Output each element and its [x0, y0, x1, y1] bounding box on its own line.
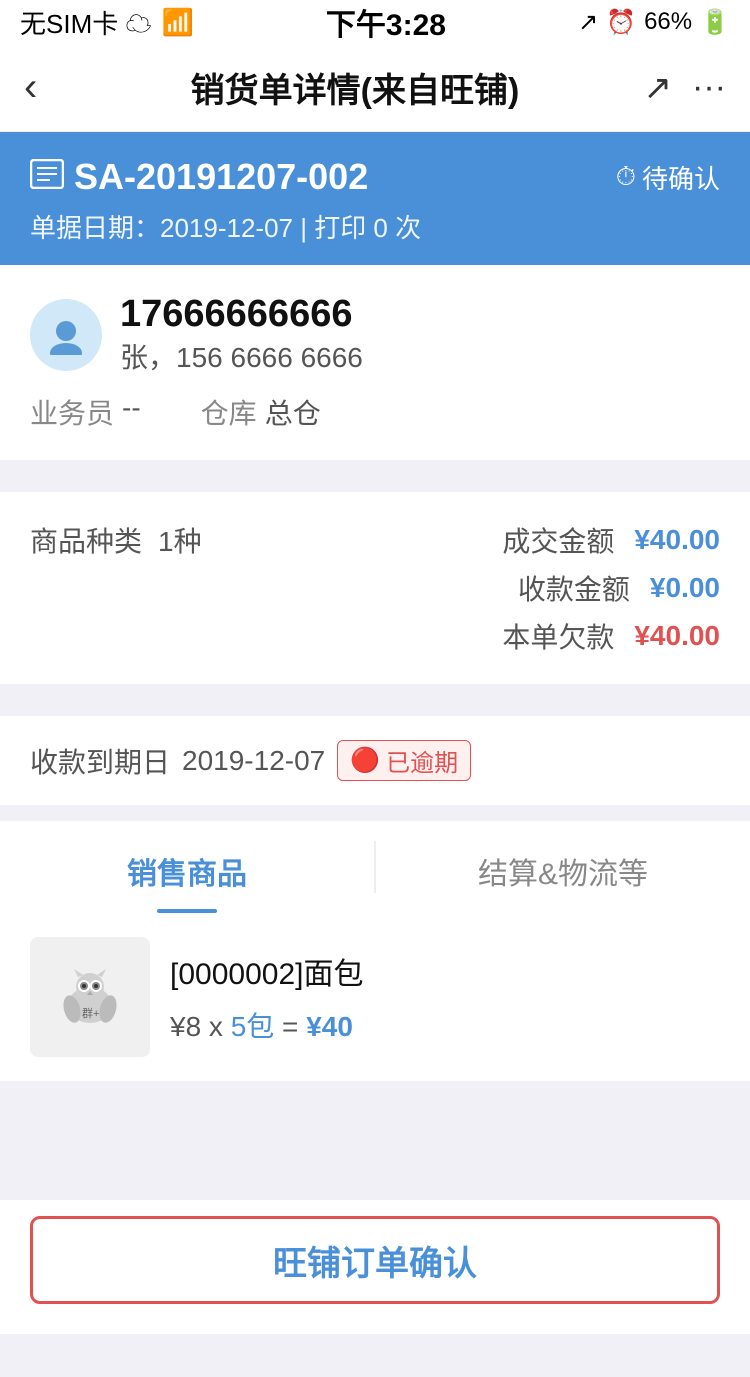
- overdue-badge: 🔴 已逾期: [337, 740, 471, 781]
- overdue-text: 已逾期: [386, 743, 458, 778]
- status-left: 无SIM卡 ☁ 📶: [20, 4, 194, 41]
- received-label: 收款金额: [518, 568, 630, 608]
- due-date-section: 收款到期日 2019-12-07 🔴 已逾期: [0, 716, 750, 805]
- order-id-text: SA-20191207-002: [74, 156, 368, 198]
- product-thumbnail: 群+: [30, 937, 150, 1057]
- tab-sales[interactable]: 销售商品: [0, 821, 374, 913]
- product-list: 群+ [0000002]面包 ¥8 x 5包 = ¥40: [0, 913, 750, 1081]
- status-time: 下午3:28: [326, 0, 446, 44]
- alarm-icon: ⏰: [606, 8, 636, 37]
- order-status: ⏱ 待确认: [616, 159, 720, 196]
- product-price-formula: ¥8 x 5包 = ¥40: [170, 1005, 720, 1045]
- battery-status: 66%: [644, 8, 692, 36]
- order-date: 单据日期：2019-12-07 | 打印 0 次: [30, 208, 720, 245]
- divider-1: [0, 476, 750, 492]
- page-title: 销货单详情(来自旺铺): [84, 63, 626, 112]
- nav-bar: ‹ 销货单详情(来自旺铺) ↗︎ ···: [0, 44, 750, 132]
- confirm-order-button[interactable]: 旺铺订单确认: [30, 1216, 720, 1304]
- status-text: 待确认: [642, 159, 720, 196]
- owed-label: 本单欠款: [502, 616, 614, 656]
- order-id-icon: [30, 156, 64, 198]
- location-icon: ↗: [578, 8, 598, 37]
- product-name: [0000002]面包: [170, 949, 720, 993]
- confirm-button-label: 旺铺订单确认: [273, 1236, 477, 1285]
- salesperson-label: 业务员: [30, 392, 114, 432]
- due-date-value: 2019-12-07: [182, 745, 325, 777]
- nav-actions: ↗︎ ···: [626, 68, 726, 108]
- back-button[interactable]: ‹: [24, 65, 84, 110]
- price-base: ¥8 x: [170, 1011, 231, 1042]
- product-kinds-value: 1种: [158, 520, 202, 560]
- product-info: [0000002]面包 ¥8 x 5包 = ¥40: [170, 949, 720, 1045]
- more-button[interactable]: ···: [692, 68, 726, 107]
- transaction-label: 成交金额: [502, 520, 614, 560]
- product-item: 群+ [0000002]面包 ¥8 x 5包 = ¥40: [30, 937, 720, 1057]
- amounts-section: 商品种类 1种 成交金额 ¥40.00 收款金额 ¥0.00 本单欠款 ¥40.…: [0, 492, 750, 684]
- due-date-label: 收款到期日: [30, 741, 170, 781]
- tab-settlement-label: 结算&物流等: [478, 858, 648, 891]
- tabs: 销售商品 结算&物流等: [0, 821, 750, 913]
- divider-2: [0, 700, 750, 716]
- tab-settlement[interactable]: 结算&物流等: [376, 821, 750, 913]
- transaction-value: ¥40.00: [634, 524, 720, 556]
- order-id: SA-20191207-002: [30, 156, 368, 198]
- received-value: ¥0.00: [650, 572, 720, 604]
- customer-phone: 17666666666: [120, 293, 363, 336]
- clock-icon: ⏱: [616, 161, 636, 193]
- wifi-icon: 📶: [161, 7, 193, 38]
- product-total: ¥40: [306, 1011, 353, 1042]
- customer-section: 17666666666 张，156 6666 6666 业务员 -- 仓库 总仓: [0, 265, 750, 460]
- status-right: ↗ ⏰ 66% 🔋: [578, 8, 730, 37]
- product-qty: 5包: [231, 1011, 275, 1042]
- overdue-icon: 🔴: [350, 746, 380, 775]
- battery-icon: 🔋: [700, 8, 730, 37]
- product-kinds-label: 商品种类: [30, 520, 142, 560]
- customer-name: 张，156 6666 6666: [120, 336, 363, 376]
- customer-avatar: [30, 299, 102, 371]
- sim-status: 无SIM卡 ☁: [20, 4, 151, 41]
- owed-value: ¥40.00: [634, 620, 720, 652]
- share-button[interactable]: ↗︎: [644, 68, 673, 108]
- order-header: SA-20191207-002 ⏱ 待确认 单据日期：2019-12-07 | …: [0, 132, 750, 265]
- equals: =: [274, 1011, 306, 1042]
- tab-sales-label: 销售商品: [127, 858, 247, 891]
- warehouse-label: 仓库: [201, 392, 257, 432]
- product-logo: 群+: [50, 967, 130, 1027]
- salesperson-value: --: [122, 392, 141, 432]
- status-bar: 无SIM卡 ☁ 📶 下午3:28 ↗ ⏰ 66% 🔋: [0, 0, 750, 44]
- warehouse-value: 总仓: [265, 392, 321, 432]
- confirm-button-wrapper: 旺铺订单确认: [0, 1200, 750, 1334]
- svg-text:群+: 群+: [82, 1006, 99, 1020]
